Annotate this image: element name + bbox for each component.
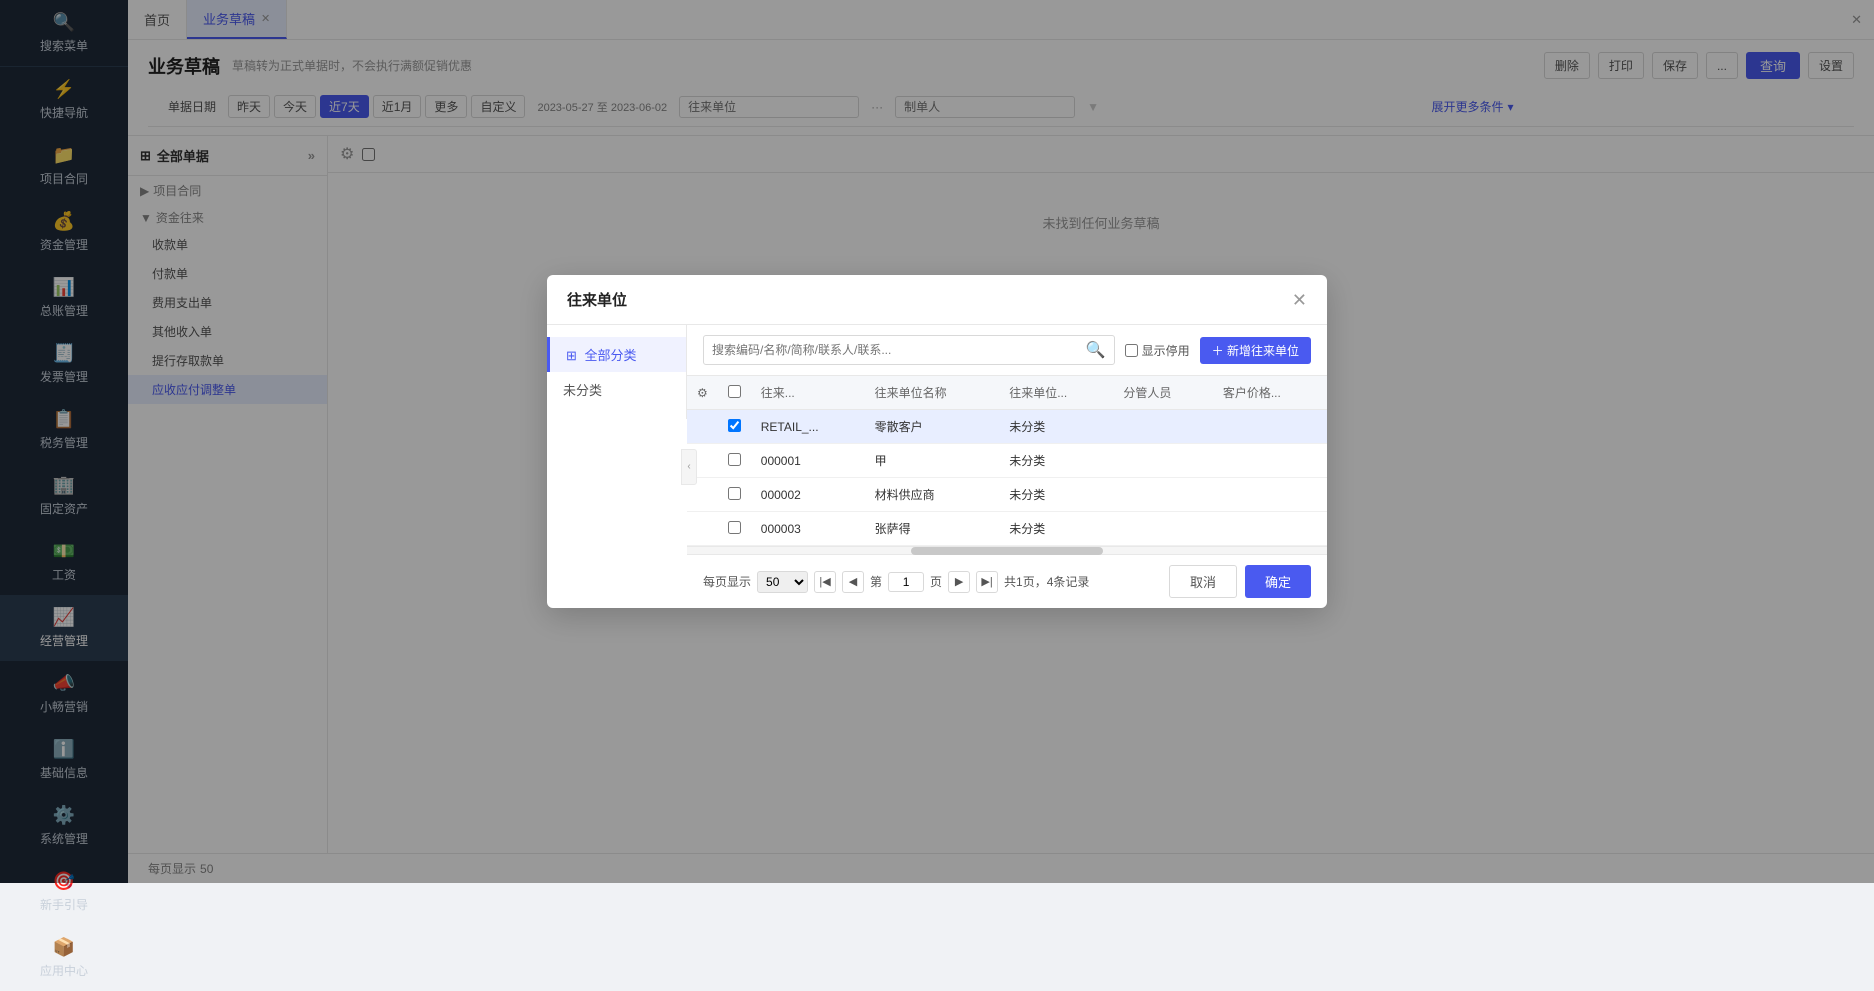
row-checkbox-2[interactable] [728,453,741,466]
td-checkbox-3 [718,478,751,512]
first-page-btn[interactable]: |◀ [814,571,836,593]
td-category-1: 未分类 [999,410,1113,444]
td-manager-2 [1113,444,1213,478]
td-manager-3 [1113,478,1213,512]
dialog-sidebar-uncategorized-label: 未分类 [563,383,602,398]
td-category-4: 未分类 [999,512,1113,546]
add-partner-button[interactable]: ＋ 新增往来单位 [1200,337,1311,364]
td-category-3: 未分类 [999,478,1113,512]
show-disabled-checkbox[interactable] [1125,344,1138,357]
per-page-select[interactable]: 50 100 [757,571,808,593]
td-manager-4 [1113,512,1213,546]
td-name-2: 甲 [865,444,1000,478]
th-manager: 分管人员 [1113,376,1213,410]
last-page-btn[interactable]: ▶| [976,571,998,593]
td-checkbox-1 [718,410,751,444]
dialog-toolbar: 🔍 显示停用 ＋ 新增往来单位 [687,325,1327,376]
table-row[interactable]: 000002 材料供应商 未分类 [687,478,1327,512]
dialog-table: ⚙ 往来... 往来单位名称 往来单位... 分管人员 客户价格... [687,376,1327,546]
td-price-3 [1213,478,1327,512]
table-row[interactable]: 000001 甲 未分类 [687,444,1327,478]
th-category: 往来单位... [999,376,1113,410]
pagination: 每页显示 50 100 |◀ ◀ 第 页 ▶ ▶| 共1页，4条记录 [703,571,1169,593]
page-suffix: 页 [930,573,942,590]
scroll-thumb[interactable] [911,547,1103,555]
dialog-table-scroll: ⚙ 往来... 往来单位名称 往来单位... 分管人员 客户价格... [687,376,1327,546]
per-page-dialog-label: 每页显示 [703,573,751,590]
dialog-sidebar-all-label: 全部分类 [585,348,637,363]
dialog-action-btns: 取消 确定 [1169,565,1311,598]
app-center-icon: 📦 [53,937,75,958]
sidebar-collapse-btn[interactable]: ‹ [681,449,697,485]
dialog-main: 🔍 显示停用 ＋ 新增往来单位 ⚙ [687,325,1327,608]
search-icon: 🔍 [1086,340,1106,360]
dialog-footer: 每页显示 50 100 |◀ ◀ 第 页 ▶ ▶| 共1页，4条记录 [687,554,1327,608]
next-page-btn[interactable]: ▶ [948,571,970,593]
horizontal-scrollbar[interactable] [687,546,1327,554]
select-all-dialog-checkbox[interactable] [728,385,741,398]
table-header-row: ⚙ 往来... 往来单位名称 往来单位... 分管人员 客户价格... [687,376,1327,410]
th-settings: ⚙ [687,376,718,410]
th-checkbox [718,376,751,410]
dialog-sidebar-all[interactable]: ⊞ 全部分类 [547,337,686,372]
partner-search-input[interactable] [712,343,1080,357]
dialog-partner: 往来单位 ✕ ⊞ 全部分类 未分类 ‹ [547,275,1327,608]
confirm-button[interactable]: 确定 [1245,565,1311,598]
prev-page-btn[interactable]: ◀ [842,571,864,593]
td-name-1: 零散客户 [865,410,1000,444]
td-category-2: 未分类 [999,444,1113,478]
td-checkbox-4 [718,512,751,546]
td-name-4: 张萨得 [865,512,1000,546]
dialog-sidebar: ⊞ 全部分类 未分类 [547,325,687,419]
page-label: 第 [870,573,882,590]
th-price: 客户价格... [1213,376,1327,410]
dialog-title: 往来单位 [567,289,627,310]
td-code-4: 000003 [751,512,865,546]
row-checkbox-1[interactable] [728,419,741,432]
td-price-4 [1213,512,1327,546]
dialog-sidebar-uncategorized[interactable]: 未分类 [547,372,686,407]
cancel-button[interactable]: 取消 [1169,565,1237,598]
total-records: 共1页，4条记录 [1004,573,1089,590]
td-name-3: 材料供应商 [865,478,1000,512]
show-disabled-label: 显示停用 [1142,342,1190,359]
td-settings-1 [687,410,718,444]
td-checkbox-2 [718,444,751,478]
td-code-3: 000002 [751,478,865,512]
td-settings-4 [687,512,718,546]
grid-small-icon: ⊞ [566,348,577,363]
table-row[interactable]: 000003 张萨得 未分类 [687,512,1327,546]
td-price-1 [1213,410,1327,444]
dialog-close-icon[interactable]: ✕ [1292,291,1307,309]
sidebar-item-label: 新手引导 [40,896,88,913]
sidebar-item-app-center[interactable]: 📦 应用中心 [0,925,128,991]
table-row[interactable]: RETAIL_... 零散客户 未分类 [687,410,1327,444]
settings-col-icon[interactable]: ⚙ [697,386,708,400]
dialog-overlay[interactable]: 往来单位 ✕ ⊞ 全部分类 未分类 ‹ [0,0,1874,883]
td-price-2 [1213,444,1327,478]
td-code-2: 000001 [751,444,865,478]
th-name: 往来单位名称 [865,376,1000,410]
td-manager-1 [1113,410,1213,444]
row-checkbox-3[interactable] [728,487,741,500]
current-page-input[interactable] [888,572,924,592]
row-checkbox-4[interactable] [728,521,741,534]
dialog-sidebar-wrapper: ⊞ 全部分类 未分类 ‹ [547,325,687,608]
dialog-body: ⊞ 全部分类 未分类 ‹ 🔍 [547,325,1327,608]
search-box: 🔍 [703,335,1115,365]
th-code: 往来... [751,376,865,410]
dialog-header: 往来单位 ✕ [547,275,1327,325]
show-disabled: 显示停用 [1125,342,1190,359]
td-code-1: RETAIL_... [751,410,865,444]
sidebar-item-label: 应用中心 [40,962,88,979]
